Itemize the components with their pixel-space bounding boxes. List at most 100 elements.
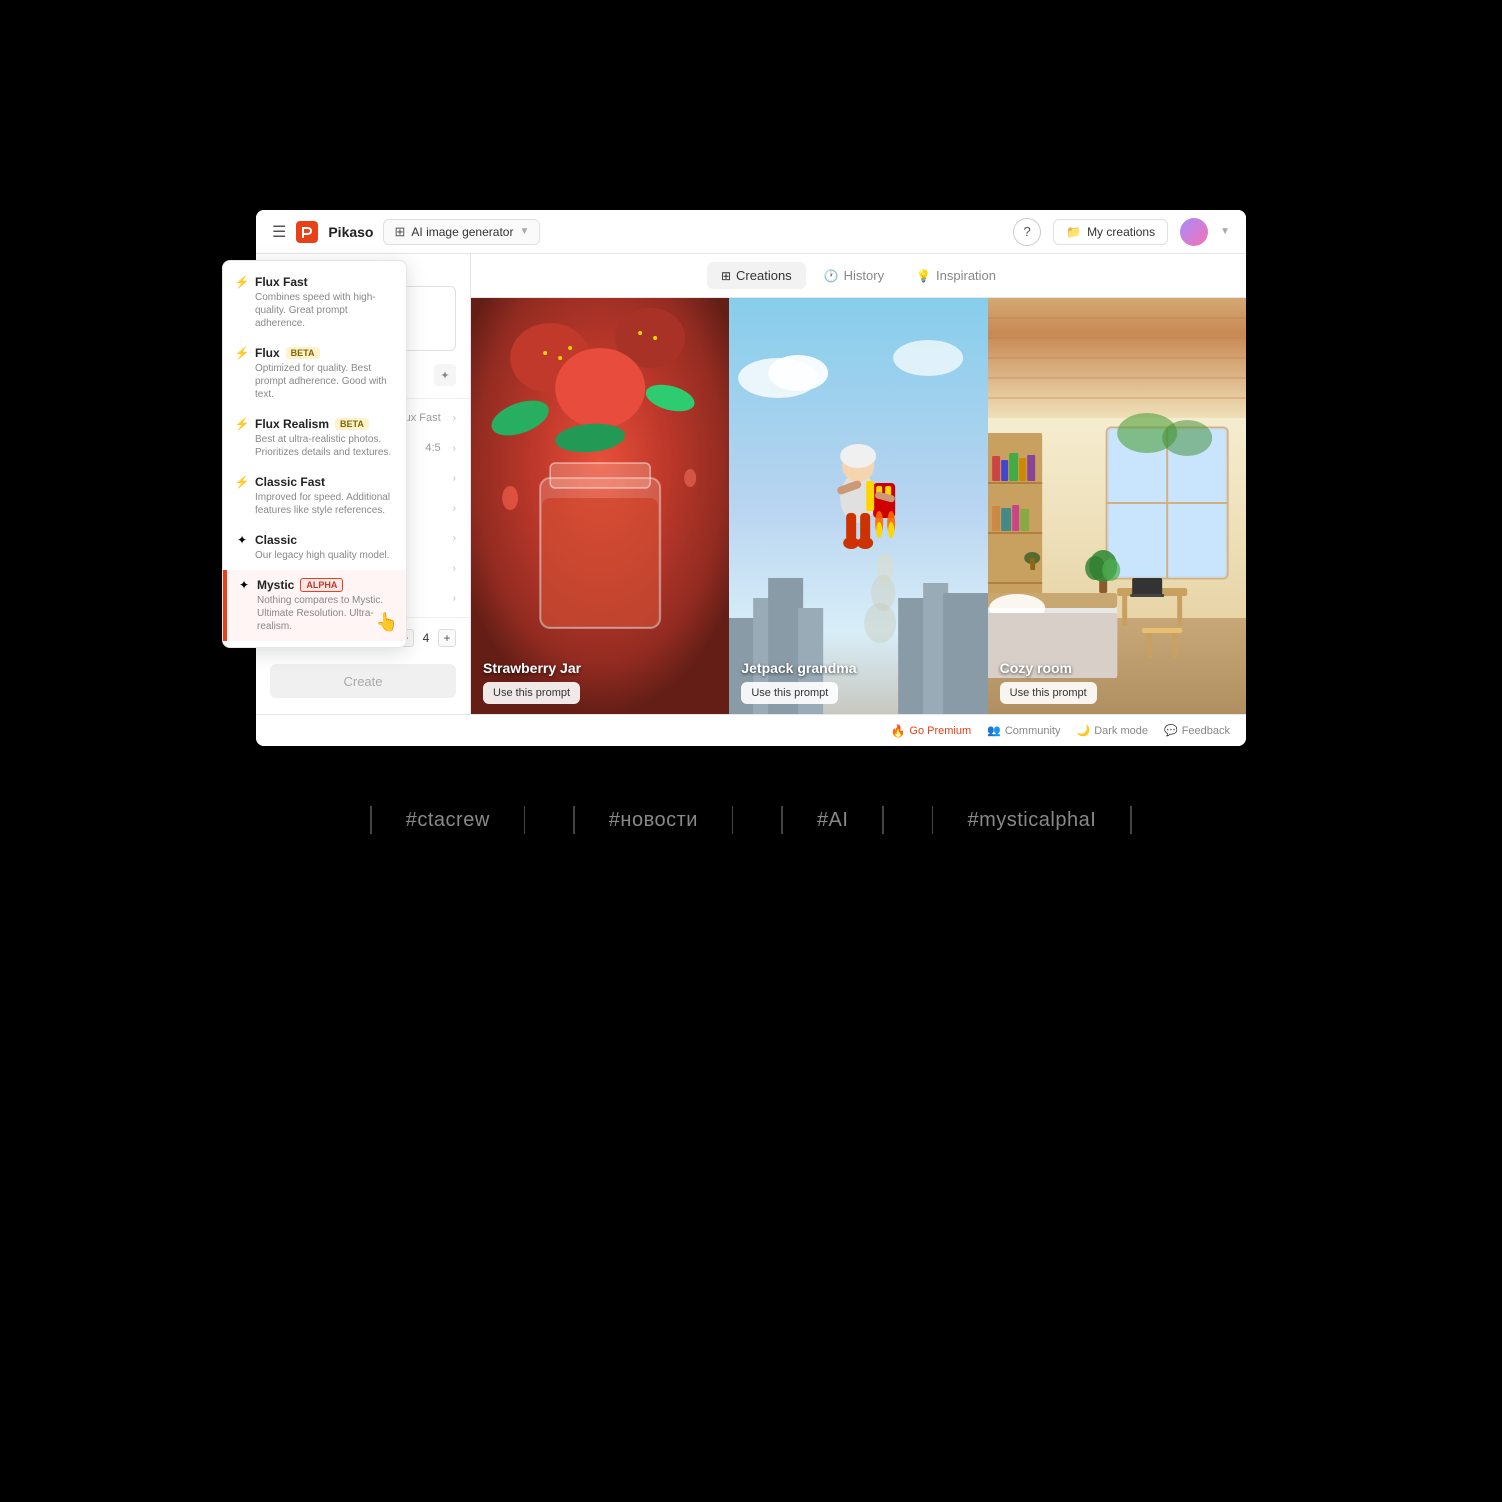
- app-title: Pikaso: [328, 224, 373, 240]
- hashtag-2: #новости: [579, 809, 728, 832]
- cozy-bg: [988, 298, 1246, 714]
- use-prompt-button-strawberry[interactable]: Use this prompt: [483, 682, 580, 704]
- structure-arrow: ›: [453, 593, 456, 604]
- divider-5: [882, 806, 884, 834]
- cursor-hand: 👆: [376, 612, 398, 633]
- divider-right-1: [1130, 806, 1132, 834]
- help-icon: ?: [1023, 224, 1030, 239]
- mode-item-mystic[interactable]: ✦ Mystic ALPHA Nothing compares to Mysti…: [256, 570, 406, 641]
- history-tab-icon: 🕐: [824, 269, 839, 283]
- mystic-desc: Nothing compares to Mystic. Ultimate Res…: [256, 594, 394, 633]
- my-creations-label: My creations: [1087, 225, 1155, 239]
- classic-desc: Our legacy high quality model.: [256, 549, 394, 562]
- community-icon: 👥: [987, 724, 1001, 737]
- mystic-badge: ALPHA: [300, 578, 343, 592]
- tool-selector-label: AI image generator: [411, 225, 513, 239]
- mode-dropdown: ⚡ Flux Fast Combines speed with high-qua…: [256, 260, 407, 648]
- feedback-label: Feedback: [1182, 725, 1230, 737]
- lighting-arrow: ›: [453, 563, 456, 574]
- hamburger-icon[interactable]: ☰: [272, 222, 286, 242]
- images-count: 4: [418, 631, 434, 645]
- mode-item-flux-fast[interactable]: ⚡ Flux Fast Combines speed with high-qua…: [256, 267, 406, 338]
- size-arrow: ›: [453, 443, 456, 454]
- flux-realism-badge: BETA: [335, 418, 369, 430]
- outer-wrapper: ☰ Pikaso ⊞ AI image generator ▼ ?: [0, 0, 1502, 1502]
- dark-mode-label: Dark mode: [1094, 725, 1148, 737]
- divider-3: [732, 806, 734, 834]
- feedback-icon: 💬: [1164, 724, 1178, 737]
- go-premium-button[interactable]: 🔥 Go Premium: [890, 724, 971, 738]
- mode-item-classic-fast[interactable]: ⚡ Classic Fast Improved for speed. Addit…: [256, 467, 406, 525]
- tab-history[interactable]: 🕐 History: [810, 262, 898, 289]
- avatar-chevron: ▼: [1220, 226, 1230, 237]
- creations-tab-label: Creations: [736, 268, 792, 283]
- gallery-label-cozy: Cozy room: [1000, 660, 1072, 676]
- flux-fast-desc: Combines speed with high-quality. Great …: [256, 291, 394, 330]
- bottom-bar: #ctacrew #новости #AI #mysticalphaI: [0, 746, 1502, 874]
- size-value: 4:5: [425, 442, 440, 454]
- pikaso-logo: [296, 221, 318, 243]
- gallery-item-strawberry[interactable]: Strawberry Jar Use this prompt: [471, 298, 729, 714]
- divider-4: [781, 806, 783, 834]
- app-footer: 🔥 Go Premium 👥 Community 🌙 Dark mode 💬 F…: [256, 714, 1246, 746]
- use-prompt-button-jetpack[interactable]: Use this prompt: [741, 682, 838, 704]
- strawberry-bg: [471, 298, 729, 714]
- flux-desc: Optimized for quality. Best prompt adher…: [256, 362, 394, 401]
- classic-name: Classic: [256, 533, 297, 547]
- app-window: ☰ Pikaso ⊞ AI image generator ▼ ?: [256, 210, 1246, 746]
- create-button[interactable]: Create: [270, 664, 456, 698]
- feedback-button[interactable]: 💬 Feedback: [1164, 724, 1230, 737]
- top-bar-left: ☰ Pikaso ⊞ AI image generator ▼: [272, 219, 540, 245]
- mode-item-flux[interactable]: ⚡ Flux BETA Optimized for quality. Best …: [256, 338, 406, 409]
- flux-badge: BETA: [286, 347, 320, 359]
- divider-left-1: [370, 806, 372, 834]
- user-avatar[interactable]: [1180, 218, 1208, 246]
- tab-inspiration[interactable]: 💡 Inspiration: [902, 262, 1010, 289]
- gallery: Strawberry Jar Use this prompt: [471, 298, 1246, 714]
- folder-icon: 📁: [1066, 225, 1081, 239]
- divider-2: [573, 806, 575, 834]
- help-button[interactable]: ?: [1013, 218, 1041, 246]
- tool-selector-icon: ⊞: [394, 224, 405, 240]
- gallery-item-jetpack[interactable]: Jetpack grandma Use this prompt: [729, 298, 987, 714]
- top-bar: ☰ Pikaso ⊞ AI image generator ▼ ?: [256, 210, 1246, 254]
- my-creations-button[interactable]: 📁 My creations: [1053, 219, 1168, 245]
- history-tab-label: History: [844, 268, 884, 283]
- flux-name: Flux: [256, 346, 280, 360]
- use-prompt-button-cozy[interactable]: Use this prompt: [1000, 682, 1097, 704]
- divider-6: [932, 806, 934, 834]
- hashtag-4: #mysticalphaI: [937, 809, 1126, 832]
- community-button[interactable]: 👥 Community: [987, 724, 1060, 737]
- flux-realism-name: Flux Realism: [256, 417, 329, 431]
- tab-creations[interactable]: ⊞ Creations: [707, 262, 806, 289]
- gallery-label-jetpack: Jetpack grandma: [741, 660, 856, 676]
- enhance-button[interactable]: ✦: [434, 364, 456, 386]
- community-label: Community: [1005, 725, 1061, 737]
- tool-selector-chevron: ▼: [519, 226, 529, 237]
- divider-1: [524, 806, 526, 834]
- style-arrow: ›: [453, 473, 456, 484]
- tool-selector[interactable]: ⊞ AI image generator ▼: [383, 219, 540, 245]
- images-increase-button[interactable]: +: [438, 629, 456, 647]
- dark-mode-icon: 🌙: [1076, 724, 1090, 737]
- inspiration-tab-icon: 💡: [916, 269, 931, 283]
- top-bar-right: ? 📁 My creations ▼: [1013, 218, 1230, 246]
- classic-fast-desc: Improved for speed. Additional features …: [256, 491, 394, 517]
- jetpack-bg: [729, 298, 987, 714]
- hashtag-1: #ctacrew: [376, 809, 520, 832]
- gallery-label-strawberry: Strawberry Jar: [483, 660, 581, 676]
- mode-item-classic[interactable]: ✦ Classic Our legacy high quality model.: [256, 525, 406, 570]
- gallery-item-cozy[interactable]: Cozy room Use this prompt: [988, 298, 1246, 714]
- mystic-name: Mystic: [257, 578, 294, 592]
- flux-fast-name: Flux Fast: [256, 275, 308, 289]
- main-panel: ⊞ Creations 🕐 History 💡 Inspiration: [471, 254, 1246, 714]
- inspiration-tab-label: Inspiration: [936, 268, 996, 283]
- tab-bar: ⊞ Creations 🕐 History 💡 Inspiration: [471, 254, 1246, 298]
- mode-arrow: ›: [453, 413, 456, 424]
- flux-realism-desc: Best at ultra-realistic photos. Prioriti…: [256, 433, 394, 459]
- dark-mode-button[interactable]: 🌙 Dark mode: [1076, 724, 1148, 737]
- mode-item-flux-realism[interactable]: ⚡ Flux Realism BETA Best at ultra-realis…: [256, 409, 406, 467]
- color-arrow: ›: [453, 503, 456, 514]
- creations-tab-icon: ⊞: [721, 269, 731, 283]
- classic-fast-name: Classic Fast: [256, 475, 325, 489]
